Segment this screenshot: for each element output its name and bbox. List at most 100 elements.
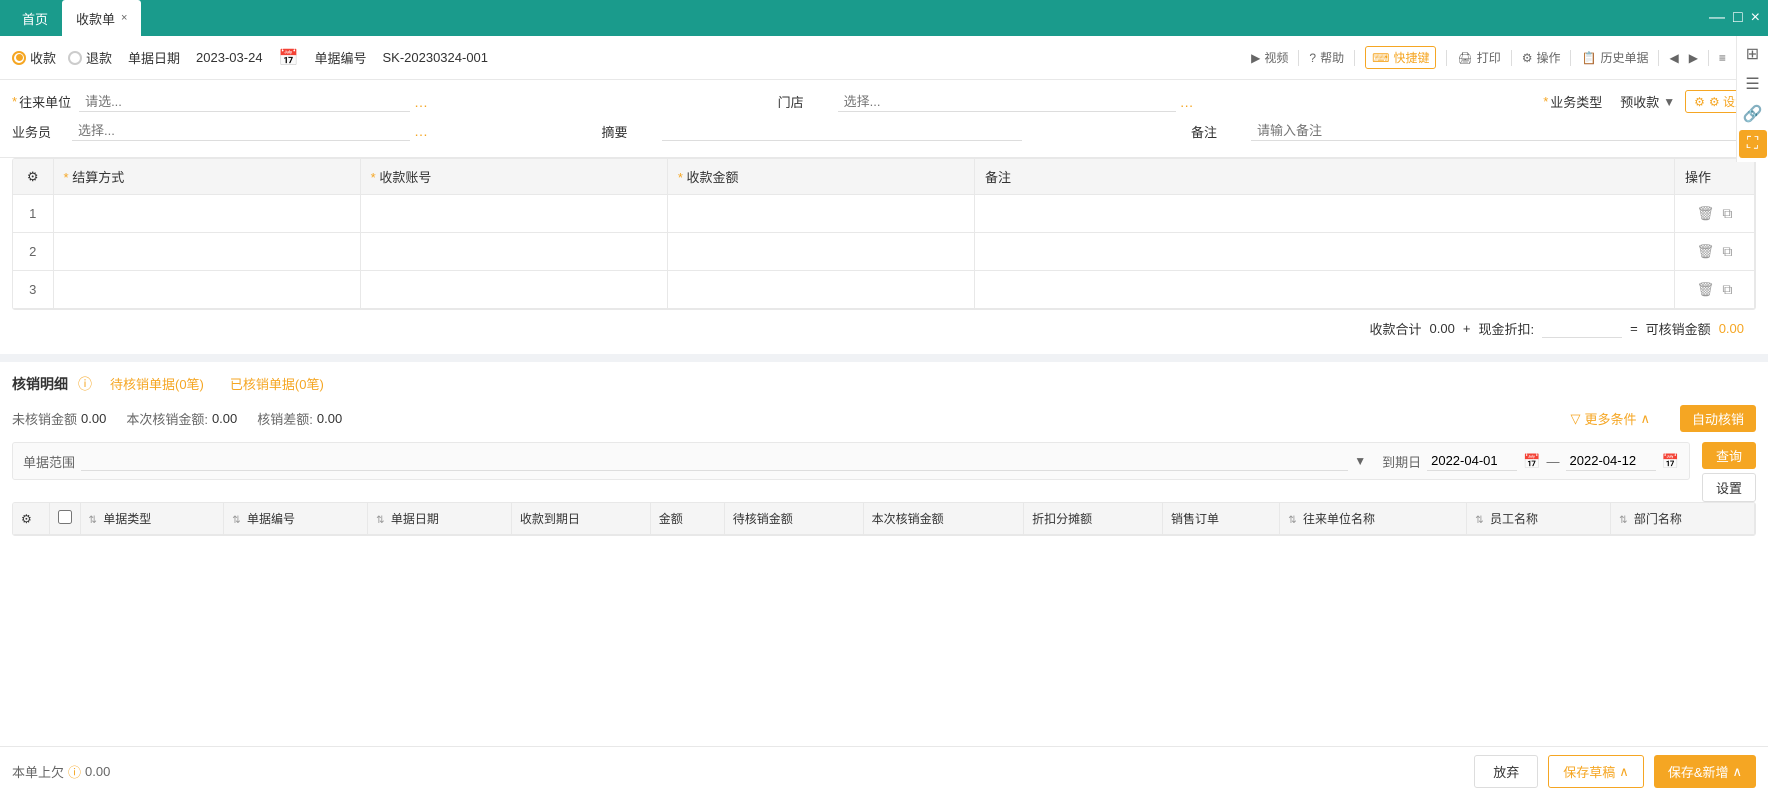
cell-settlement-2[interactable] xyxy=(53,233,360,271)
table-row: 2 🗑 ⧉ xyxy=(13,233,1755,271)
cell-amount-2[interactable] xyxy=(667,233,974,271)
staff-more-btn[interactable]: … xyxy=(410,123,432,139)
query-btn[interactable]: 查询 xyxy=(1702,442,1756,469)
section-separator xyxy=(0,354,1768,362)
select-all-checkbox[interactable] xyxy=(58,510,72,524)
side-icon-link[interactable]: 🔗 xyxy=(1739,100,1767,128)
cal-from-icon[interactable]: 📅 xyxy=(1523,453,1540,470)
bottom-th-type[interactable]: 单据类型 xyxy=(80,503,224,535)
verifiable-label: 可核销金额 xyxy=(1646,319,1711,338)
radio-shoukuan[interactable]: 收款 xyxy=(12,48,56,67)
core-info-icon[interactable]: ⓘ xyxy=(78,374,92,394)
th-actions: 操作 xyxy=(1675,159,1755,195)
layout-btn[interactable]: ≡ xyxy=(1719,51,1726,65)
partner-field: * 往来单位 … xyxy=(12,92,432,112)
partner-input[interactable] xyxy=(79,92,410,112)
bottom-th-due-date: 收款到期日 xyxy=(511,503,650,535)
cell-remark-1[interactable] xyxy=(975,195,1675,233)
shortcut-btn[interactable]: ⌨ 快捷键 xyxy=(1365,46,1436,69)
copy-icon-1[interactable]: ⧉ xyxy=(1722,205,1732,222)
maximize-btn[interactable]: □ xyxy=(1733,9,1743,27)
cell-amount-3[interactable] xyxy=(667,271,974,309)
side-icon-grid[interactable]: ⊞ xyxy=(1739,40,1767,68)
tab-close-icon[interactable]: × xyxy=(121,12,127,24)
copy-icon-2[interactable]: ⧉ xyxy=(1722,243,1732,260)
operate-btn[interactable]: ⚙ 操作 xyxy=(1522,49,1561,66)
top-nav: 首页 收款单 × — □ × xyxy=(0,0,1768,36)
th-settlement: * 结算方式 xyxy=(53,159,360,195)
business-type-chevron[interactable]: ▼ xyxy=(1663,95,1675,109)
payment-type-radio-group: 收款 退款 xyxy=(12,48,112,67)
nav-left-btn[interactable]: ◀ xyxy=(1669,51,1678,65)
cell-remark-2[interactable] xyxy=(975,233,1675,271)
save-new-btn[interactable]: 保存&新增 ∧ xyxy=(1654,755,1756,788)
minimize-btn[interactable]: — xyxy=(1709,9,1725,27)
done-tab[interactable]: 已核销单据(0笔) xyxy=(222,372,332,395)
window-controls: — □ × xyxy=(1709,9,1760,27)
filter-row: 单据范围 ▼ 到期日 📅 — 📅 xyxy=(12,442,1690,480)
partner-more-btn[interactable]: … xyxy=(410,94,432,110)
cell-settlement-3[interactable] xyxy=(53,271,360,309)
pending-tab[interactable]: 待核销单据(0笔) xyxy=(102,372,212,395)
scope-select[interactable] xyxy=(81,451,1348,471)
cell-settlement-1[interactable] xyxy=(53,195,360,233)
current-value: 0.00 xyxy=(212,411,237,426)
side-icon-list[interactable]: ☰ xyxy=(1739,70,1767,98)
bottom-th-current: 本次核销金额 xyxy=(863,503,1024,535)
plus-sign: + xyxy=(1463,321,1471,336)
copy-icon-3[interactable]: ⧉ xyxy=(1722,281,1732,298)
cell-account-3[interactable] xyxy=(360,271,667,309)
abandon-btn[interactable]: 放弃 xyxy=(1474,755,1538,788)
bottom-info-icon[interactable]: ⓘ xyxy=(68,762,81,781)
bottom-th-gear[interactable]: ⚙ xyxy=(13,503,49,535)
action-icons-3: 🗑 ⧉ xyxy=(1675,281,1754,298)
bottom-th-staff[interactable]: 员工名称 xyxy=(1467,503,1611,535)
radio-tuikuan[interactable]: 退款 xyxy=(68,48,112,67)
bottom-th-date[interactable]: 单据日期 xyxy=(368,503,512,535)
cell-remark-3[interactable] xyxy=(975,271,1675,309)
filter-setting-btn[interactable]: 设置 xyxy=(1702,473,1756,502)
date-to-input[interactable] xyxy=(1566,451,1656,471)
scope-filter-field: 单据范围 ▼ xyxy=(23,451,1366,471)
discount-input[interactable] xyxy=(1542,318,1622,338)
draft-btn[interactable]: 保存草稿 ∧ xyxy=(1548,755,1644,788)
bottom-th-num[interactable]: 单据编号 xyxy=(224,503,368,535)
print-btn[interactable]: 🖨 打印 xyxy=(1457,49,1500,66)
table-settings-th[interactable]: ⚙ xyxy=(13,159,53,195)
cal-to-icon[interactable]: 📅 xyxy=(1662,453,1679,470)
calendar-icon[interactable]: 📅 xyxy=(279,48,299,68)
more-conditions-btn[interactable]: ▽ 更多条件 ∧ xyxy=(1570,409,1650,428)
delete-icon-3[interactable]: 🗑 xyxy=(1697,281,1715,298)
side-icon-expand[interactable]: ⛶ xyxy=(1739,130,1767,158)
uncored-value: 0.00 xyxy=(81,411,106,426)
delete-icon-1[interactable]: 🗑 xyxy=(1697,205,1715,222)
main-table-container: ⚙ * 结算方式 * 收款账号 * 收款金额 备注 xyxy=(12,158,1756,310)
help-btn[interactable]: ? 帮助 xyxy=(1309,49,1344,66)
history-btn[interactable]: 📋 历史单据 xyxy=(1581,49,1648,66)
scope-chevron[interactable]: ▼ xyxy=(1354,454,1366,468)
date-range: 到期日 📅 — 📅 xyxy=(1382,451,1679,471)
bottom-th-discount: 折扣分摊额 xyxy=(1024,503,1163,535)
delete-icon-2[interactable]: 🗑 xyxy=(1697,243,1715,260)
cell-amount-1[interactable] xyxy=(667,195,974,233)
main-table: ⚙ * 结算方式 * 收款账号 * 收款金额 备注 xyxy=(13,159,1755,309)
auto-btn[interactable]: 自动核销 xyxy=(1680,405,1756,432)
cell-account-2[interactable] xyxy=(360,233,667,271)
action-icons-1: 🗑 ⧉ xyxy=(1675,205,1754,222)
home-label: 首页 xyxy=(22,9,48,28)
summary-input[interactable] xyxy=(662,121,1022,141)
window-close-btn[interactable]: × xyxy=(1751,9,1760,27)
bottom-th-partner[interactable]: 往来单位名称 xyxy=(1280,503,1467,535)
nav-tab-shoukuan[interactable]: 收款单 × xyxy=(62,0,141,36)
remark-input[interactable] xyxy=(1251,121,1756,141)
tab-shoukuan-label: 收款单 xyxy=(76,9,115,28)
store-input[interactable] xyxy=(838,92,1176,112)
video-btn[interactable]: ▶ 视频 xyxy=(1251,49,1288,66)
cell-account-1[interactable] xyxy=(360,195,667,233)
nav-home[interactable]: 首页 xyxy=(8,0,62,36)
date-from-input[interactable] xyxy=(1427,451,1517,471)
staff-input[interactable] xyxy=(72,121,410,141)
bottom-th-dept[interactable]: 部门名称 xyxy=(1611,503,1755,535)
store-more-btn[interactable]: … xyxy=(1176,94,1198,110)
nav-right-btn[interactable]: ▶ xyxy=(1689,51,1698,65)
